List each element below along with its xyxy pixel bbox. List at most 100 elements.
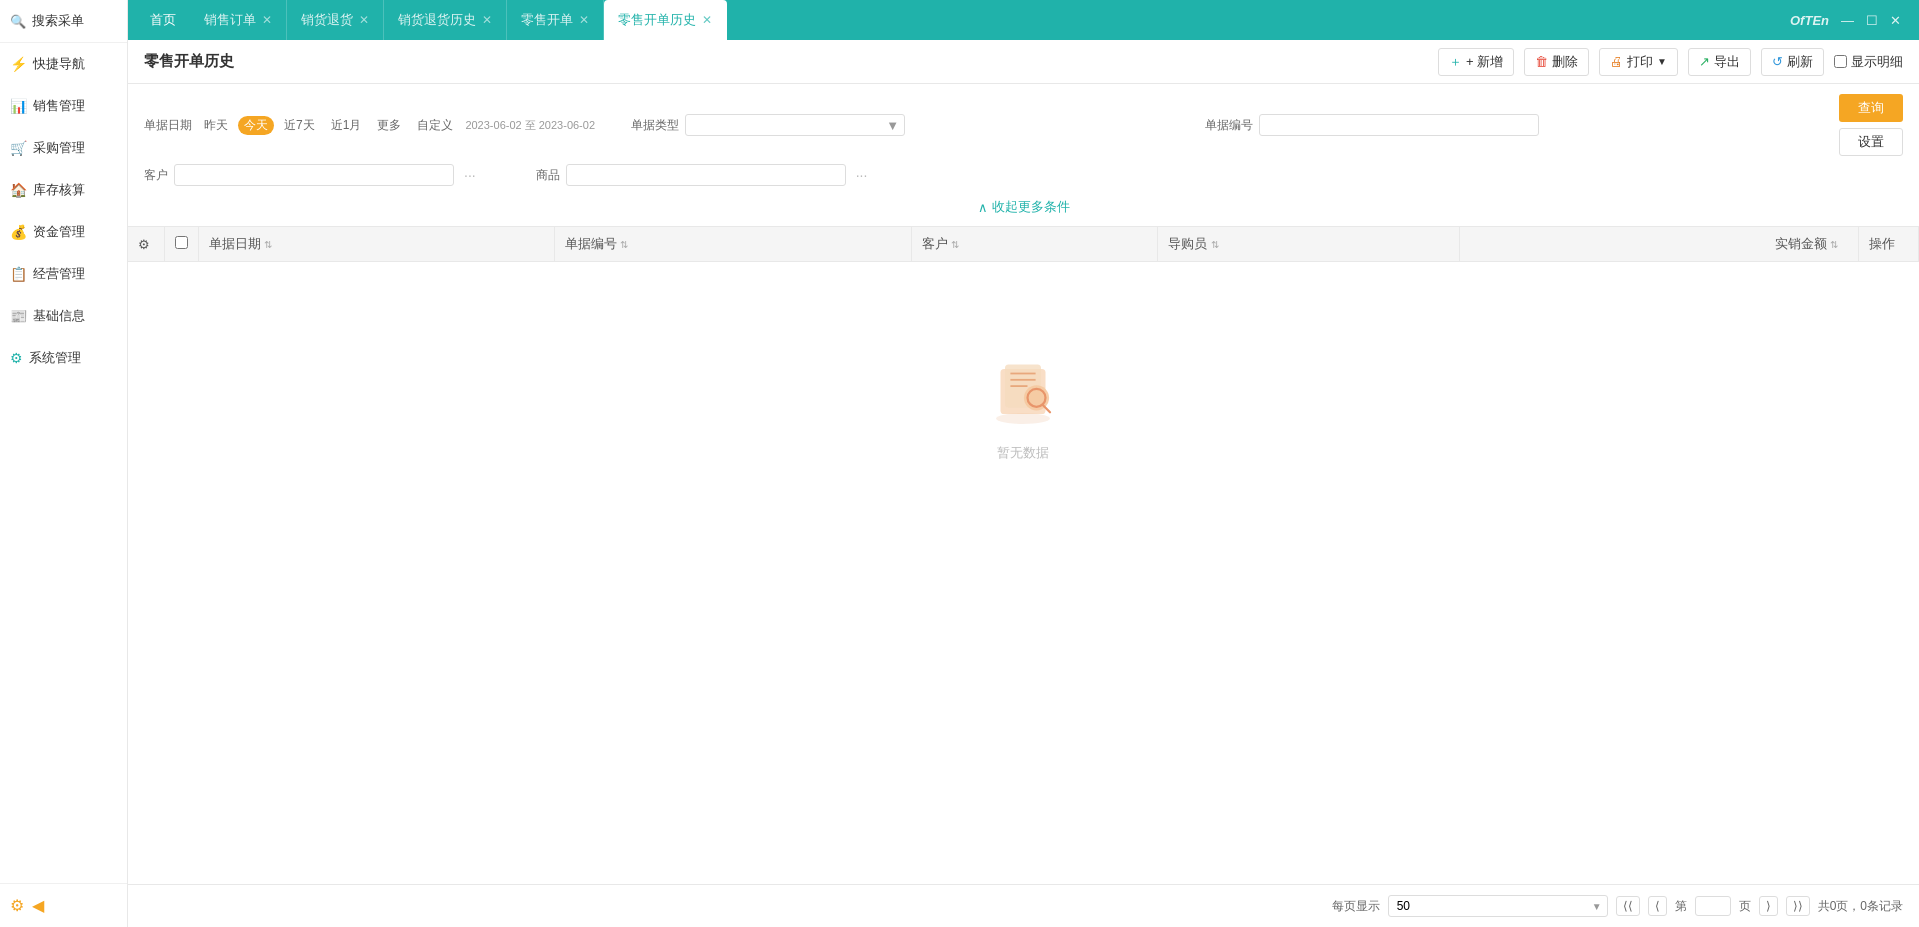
th-date[interactable]: 单据日期 ⇅: [198, 227, 555, 262]
goods-picker-btn[interactable]: ···: [852, 165, 872, 185]
first-page-btn[interactable]: ⟨⟨: [1616, 896, 1640, 916]
select-all-checkbox[interactable]: [175, 236, 188, 249]
date-btn-1month[interactable]: 近1月: [325, 116, 368, 135]
refresh-icon: ↺: [1772, 54, 1783, 69]
date-btn-more[interactable]: 更多: [371, 116, 407, 135]
gear-settings-icon[interactable]: ⚙: [138, 237, 150, 252]
search-area: 单据日期 昨天 今天 近7天 近1月 更多 自定义 2023-06-02 至 2…: [128, 84, 1919, 227]
empty-state: 暂无数据: [128, 262, 1919, 542]
page-suffix-label: 页: [1739, 898, 1751, 915]
query-button[interactable]: 查询: [1839, 94, 1903, 122]
minimize-btn[interactable]: —: [1841, 13, 1854, 28]
refresh-button[interactable]: ↺ 刷新: [1761, 48, 1824, 76]
date-field: 单据日期 昨天 今天 近7天 近1月 更多 自定义 2023-06-02 至 2…: [144, 116, 595, 135]
finance-icon: 💰: [10, 224, 27, 240]
more-conditions-btn[interactable]: ∧ 收起更多条件: [144, 194, 1903, 216]
search-settings-button[interactable]: 设置: [1839, 128, 1903, 156]
sidebar-item-purchase-mgmt[interactable]: 🛒 采购管理: [0, 127, 127, 169]
action-buttons: 查询 设置: [1839, 94, 1903, 156]
tab-sales-return-history[interactable]: 销货退货历史 ✕: [384, 0, 507, 40]
sidebar: 🔍 搜索采单 ⚡ 快捷导航 📊 销售管理 🛒 采购管理 🏠 库存核算 💰 资金管…: [0, 0, 128, 927]
number-label: 单据编号: [1205, 117, 1253, 134]
tab-retail-open[interactable]: 零售开单 ✕: [507, 0, 604, 40]
export-icon: ↗: [1699, 54, 1710, 69]
display-detail-checkbox[interactable]: [1834, 55, 1847, 68]
tab-home[interactable]: 首页: [136, 0, 190, 40]
date-btn-today[interactable]: 今天: [238, 116, 274, 135]
tab-close-icon[interactable]: ✕: [262, 13, 272, 27]
sidebar-item-sys-mgmt[interactable]: ⚙ 系统管理: [0, 337, 127, 379]
tab-retail-open-history[interactable]: 零售开单历史 ✕: [604, 0, 727, 40]
th-checkbox: [164, 227, 198, 262]
sort-guide-icon[interactable]: ⇅: [1211, 239, 1219, 250]
table-body: 暂无数据: [128, 262, 1919, 543]
export-button[interactable]: ↗ 导出: [1688, 48, 1751, 76]
sidebar-bottom: ⚙ ◀: [0, 883, 127, 927]
add-button[interactable]: ＋ + 新增: [1438, 48, 1514, 76]
tab-close-icon[interactable]: ✕: [359, 13, 369, 27]
tab-close-icon[interactable]: ✕: [579, 13, 589, 27]
page-size-select[interactable]: 20 50 100 200: [1388, 895, 1608, 917]
type-select[interactable]: [685, 114, 905, 136]
sidebar-item-basic-info[interactable]: 📰 基础信息: [0, 295, 127, 337]
empty-illustration: [978, 342, 1068, 432]
tab-bar: 首页 销售订单 ✕ 销货退货 ✕ 销货退货历史 ✕ 零售开单 ✕ 零售开单历史 …: [128, 0, 1919, 40]
tab-sales-return[interactable]: 销货退货 ✕: [287, 0, 384, 40]
collapse-icon[interactable]: ◀: [32, 896, 44, 915]
sidebar-item-sales-mgmt[interactable]: 📊 销售管理: [0, 85, 127, 127]
th-customer[interactable]: 客户 ⇅: [911, 227, 1158, 262]
quick-nav-icon: ⚡: [10, 56, 27, 72]
sidebar-search-label: 搜索采单: [32, 12, 84, 30]
empty-text: 暂无数据: [997, 444, 1049, 462]
data-table: ⚙ 单据日期 ⇅ 单据编号 ⇅ 客户 ⇅: [128, 227, 1919, 542]
sidebar-search[interactable]: 🔍 搜索采单: [0, 0, 127, 43]
inventory-icon: 🏠: [10, 182, 27, 198]
th-number[interactable]: 单据编号 ⇅: [555, 227, 912, 262]
sidebar-item-label: 基础信息: [33, 307, 85, 325]
date-shortcuts: 昨天 今天 近7天 近1月 更多 自定义: [198, 116, 459, 135]
data-table-container: ⚙ 单据日期 ⇅ 单据编号 ⇅ 客户 ⇅: [128, 227, 1919, 884]
number-input[interactable]: [1259, 114, 1539, 136]
sidebar-item-quick-nav[interactable]: ⚡ 快捷导航: [0, 43, 127, 85]
sort-amount-icon[interactable]: ⇅: [1830, 239, 1838, 250]
toolbar: 零售开单历史 ＋ + 新增 🗑 删除 🖨 打印 ▼ ↗ 导出 ↺ 刷新 显示明细: [128, 40, 1919, 84]
th-gear[interactable]: ⚙: [128, 227, 164, 262]
brand-label: OfTEn: [1790, 13, 1829, 28]
sort-number-icon[interactable]: ⇅: [620, 239, 628, 250]
tab-sales-order[interactable]: 销售订单 ✕: [190, 0, 287, 40]
restore-btn[interactable]: ☐: [1866, 13, 1878, 28]
customer-input[interactable]: [174, 164, 454, 186]
tab-close-icon[interactable]: ✕: [482, 13, 492, 27]
date-btn-custom[interactable]: 自定义: [411, 116, 459, 135]
sales-icon: 📊: [10, 98, 27, 114]
close-btn[interactable]: ✕: [1890, 13, 1901, 28]
main-content: 首页 销售订单 ✕ 销货退货 ✕ 销货退货历史 ✕ 零售开单 ✕ 零售开单历史 …: [128, 0, 1919, 927]
search-row-1: 单据日期 昨天 今天 近7天 近1月 更多 自定义 2023-06-02 至 2…: [144, 94, 1903, 156]
sidebar-item-label: 资金管理: [33, 223, 85, 241]
sort-customer-icon[interactable]: ⇅: [951, 239, 959, 250]
total-info: 共0页，0条记录: [1818, 898, 1903, 915]
sort-date-icon[interactable]: ⇅: [264, 239, 272, 250]
next-page-btn[interactable]: ⟩: [1759, 896, 1778, 916]
prev-page-btn[interactable]: ⟨: [1648, 896, 1667, 916]
display-detail-toggle[interactable]: 显示明细: [1834, 53, 1903, 71]
date-btn-yesterday[interactable]: 昨天: [198, 116, 234, 135]
th-guide[interactable]: 导购员 ⇅: [1158, 227, 1460, 262]
th-amount[interactable]: 实销金额 ⇅: [1460, 227, 1859, 262]
sidebar-item-label: 快捷导航: [33, 55, 85, 73]
tab-close-icon[interactable]: ✕: [702, 13, 712, 27]
settings-icon[interactable]: ⚙: [10, 896, 24, 915]
delete-button[interactable]: 🗑 删除: [1524, 48, 1589, 76]
page-size-wrapper: 20 50 100 200 ▼: [1388, 895, 1608, 917]
sidebar-item-operation[interactable]: 📋 经营管理: [0, 253, 127, 295]
print-button[interactable]: 🖨 打印 ▼: [1599, 48, 1678, 76]
page-number-label: 第: [1675, 898, 1687, 915]
date-btn-7days[interactable]: 近7天: [278, 116, 321, 135]
page-input[interactable]: 1: [1695, 896, 1731, 916]
sidebar-item-finance[interactable]: 💰 资金管理: [0, 211, 127, 253]
goods-input[interactable]: [566, 164, 846, 186]
last-page-btn[interactable]: ⟩⟩: [1786, 896, 1810, 916]
sidebar-item-inventory[interactable]: 🏠 库存核算: [0, 169, 127, 211]
operation-icon: 📋: [10, 266, 27, 282]
customer-picker-btn[interactable]: ···: [460, 165, 480, 185]
